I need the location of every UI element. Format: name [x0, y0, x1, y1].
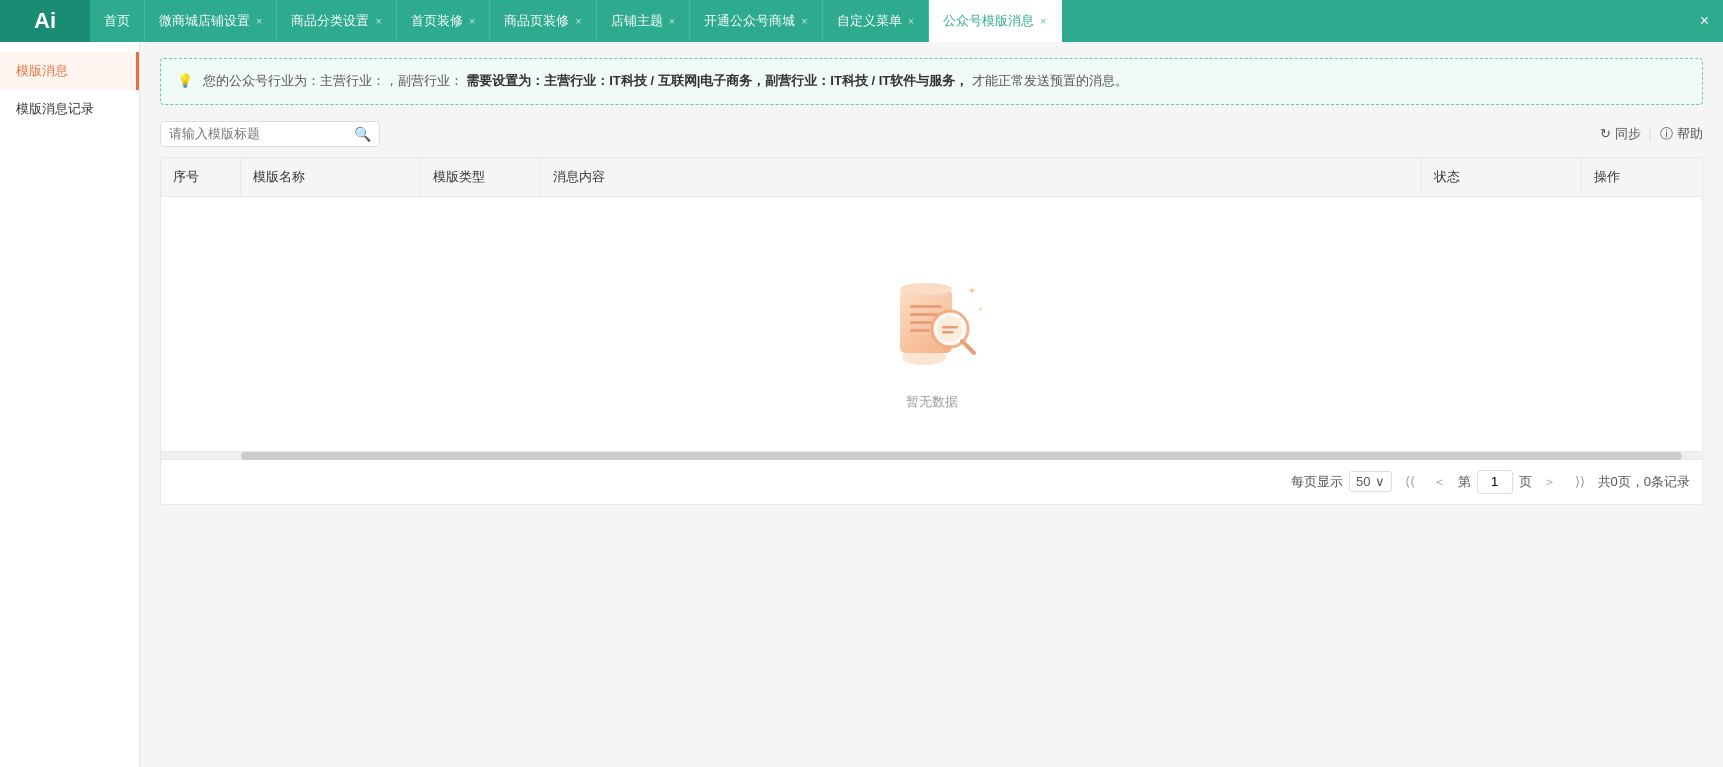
- notice-prefix: 您的公众号行业为：主营行业：，副营行业：: [203, 73, 463, 88]
- top-nav: Ai 首页微商城店铺设置×商品分类设置×首页装修×商品页装修×店铺主题×开通公众…: [0, 0, 1723, 42]
- nav-tab-close-wechat_shop[interactable]: ×: [801, 15, 807, 27]
- main-layout: 模版消息模版消息记录 💡 您的公众号行业为：主营行业：，副营行业： 需要设置为：…: [0, 42, 1723, 767]
- nav-tab-product_deco[interactable]: 商品页装修 ×: [490, 0, 596, 42]
- nav-tab-theme[interactable]: 店铺主题 ×: [597, 0, 690, 42]
- nav-tab-label: 自定义菜单: [837, 12, 902, 30]
- scrollbar-thumb[interactable]: [241, 452, 1682, 460]
- nav-tabs: 首页微商城店铺设置×商品分类设置×首页装修×商品页装修×店铺主题×开通公众号商城…: [90, 0, 1686, 42]
- toolbar-right: ↻ 同步 | ⓘ 帮助: [1600, 125, 1703, 143]
- table-col-type: 模版类型: [421, 158, 541, 196]
- nav-tab-close-category[interactable]: ×: [375, 15, 381, 27]
- nav-tab-wechat_shop[interactable]: 开通公众号商城 ×: [690, 0, 822, 42]
- svg-rect-4: [910, 313, 938, 316]
- table-col-content: 消息内容: [541, 158, 1422, 196]
- first-page-button[interactable]: ⟨⟨: [1398, 470, 1422, 494]
- notice-banner: 💡 您的公众号行业为：主营行业：，副营行业： 需要设置为：主营行业：IT科技 /…: [160, 58, 1703, 105]
- help-icon: ⓘ: [1660, 125, 1673, 143]
- nav-tab-close-product_deco[interactable]: ×: [575, 15, 581, 27]
- table-header: 序号模版名称模版类型消息内容状态操作: [161, 158, 1702, 197]
- pagination: 每页显示 50 ∨ ⟨⟨ ＜ 第 页 ＞ ⟩⟩ 共0页，0条记录: [161, 459, 1702, 504]
- svg-rect-6: [910, 329, 930, 332]
- sync-label: 同步: [1615, 125, 1641, 143]
- horizontal-scrollbar[interactable]: [161, 451, 1702, 459]
- svg-point-7: [900, 283, 952, 295]
- sidebar-item-template[interactable]: 模版消息: [0, 52, 139, 90]
- empty-state: ✦ ✦ 暂无数据: [161, 197, 1702, 451]
- nav-tab-label: 开通公众号商城: [704, 12, 795, 30]
- svg-line-10: [962, 341, 974, 353]
- page-size-chevron-icon: ∨: [1375, 474, 1385, 489]
- nav-tab-label: 公众号模版消息: [943, 12, 1034, 30]
- nav-tab-close-custom_menu[interactable]: ×: [908, 15, 914, 27]
- search-input[interactable]: [169, 126, 354, 141]
- page-size-select[interactable]: 50 ∨: [1349, 471, 1391, 492]
- nav-tab-home[interactable]: 首页: [90, 0, 145, 42]
- nav-tab-home_deco[interactable]: 首页装修 ×: [397, 0, 490, 42]
- search-box[interactable]: 🔍: [160, 121, 380, 147]
- sync-button[interactable]: ↻ 同步: [1600, 125, 1641, 143]
- last-page-button[interactable]: ⟩⟩: [1568, 470, 1592, 494]
- sidebar: 模版消息模版消息记录: [0, 42, 140, 767]
- nav-tab-close-wshop[interactable]: ×: [256, 15, 262, 27]
- table-col-action: 操作: [1582, 158, 1702, 196]
- nav-tab-wshop[interactable]: 微商城店铺设置 ×: [145, 0, 277, 42]
- page-size-value: 50: [1356, 474, 1370, 489]
- page-text: 第: [1458, 473, 1471, 491]
- total-info: 共0页，0条记录: [1598, 473, 1690, 491]
- svg-rect-3: [910, 305, 942, 308]
- search-icon[interactable]: 🔍: [354, 126, 371, 142]
- table-col-name: 模版名称: [241, 158, 421, 196]
- toolbar: 🔍 ↻ 同步 | ⓘ 帮助: [160, 121, 1703, 147]
- svg-text:✦: ✦: [967, 284, 977, 298]
- help-label: 帮助: [1677, 125, 1703, 143]
- global-close-button[interactable]: ×: [1686, 12, 1723, 30]
- svg-text:✦: ✦: [977, 305, 984, 314]
- empty-icon: ✦ ✦: [872, 257, 992, 377]
- nav-tab-label: 首页装修: [411, 12, 463, 30]
- sidebar-item-template_records[interactable]: 模版消息记录: [0, 90, 139, 128]
- page-number-input[interactable]: [1477, 470, 1513, 494]
- nav-tab-label: 微商城店铺设置: [159, 12, 250, 30]
- content-area: 💡 您的公众号行业为：主营行业：，副营行业： 需要设置为：主营行业：IT科技 /…: [140, 42, 1723, 767]
- page-size-label: 每页显示: [1291, 473, 1343, 491]
- nav-tab-close-template_msg[interactable]: ×: [1040, 15, 1046, 27]
- prev-page-button[interactable]: ＜: [1428, 470, 1452, 494]
- nav-tab-close-theme[interactable]: ×: [669, 15, 675, 27]
- notice-highlight: 需要设置为：主营行业：IT科技 / 互联网|电子商务，副营行业：IT科技 / I…: [466, 73, 968, 88]
- empty-text: 暂无数据: [906, 393, 958, 411]
- svg-rect-11: [942, 326, 958, 329]
- nav-tab-label: 商品页装修: [504, 12, 569, 30]
- app-logo: Ai: [0, 0, 90, 42]
- svg-point-9: [937, 316, 963, 342]
- table-col-index: 序号: [161, 158, 241, 196]
- page-end-text: 页: [1519, 473, 1532, 491]
- next-page-button[interactable]: ＞: [1538, 470, 1562, 494]
- lightbulb-icon: 💡: [177, 73, 193, 88]
- svg-rect-12: [942, 331, 954, 334]
- nav-tab-close-home_deco[interactable]: ×: [469, 15, 475, 27]
- nav-tab-label: 首页: [104, 12, 130, 30]
- divider: |: [1649, 126, 1652, 141]
- nav-tab-custom_menu[interactable]: 自定义菜单 ×: [823, 0, 929, 42]
- notice-suffix: 才能正常发送预置的消息。: [972, 73, 1128, 88]
- svg-rect-5: [910, 321, 934, 324]
- nav-tab-label: 店铺主题: [611, 12, 663, 30]
- table-col-status: 状态: [1422, 158, 1582, 196]
- sync-icon: ↻: [1600, 126, 1611, 141]
- table-container: 序号模版名称模版类型消息内容状态操作: [160, 157, 1703, 505]
- nav-tab-label: 商品分类设置: [291, 12, 369, 30]
- nav-tab-template_msg[interactable]: 公众号模版消息 ×: [929, 0, 1061, 42]
- help-button[interactable]: ⓘ 帮助: [1660, 125, 1703, 143]
- nav-tab-category[interactable]: 商品分类设置 ×: [277, 0, 396, 42]
